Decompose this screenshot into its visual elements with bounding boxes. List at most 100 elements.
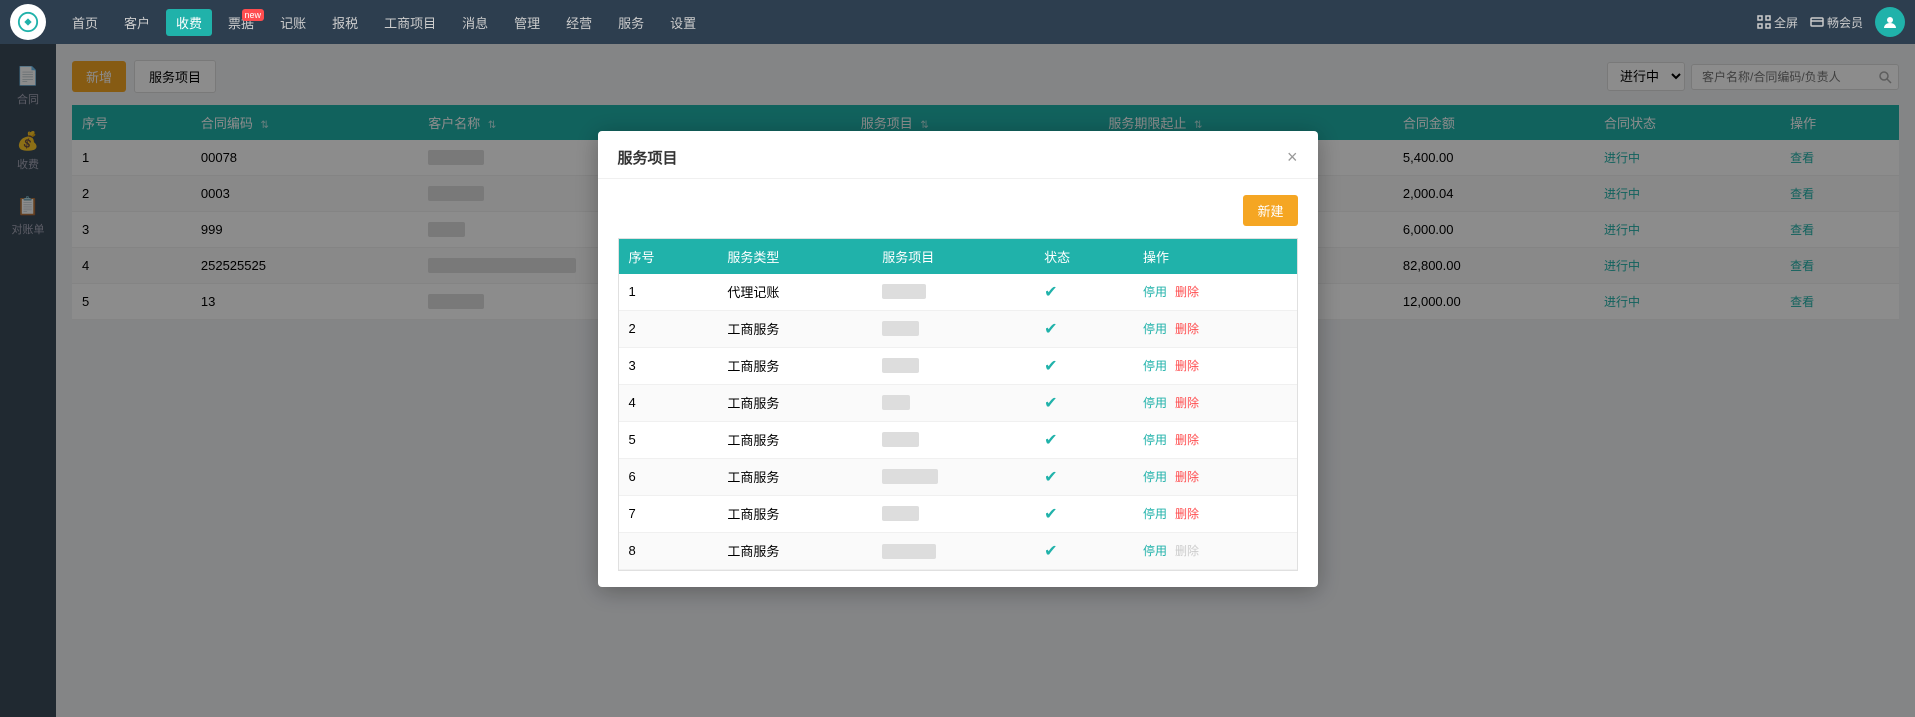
modal-toolbar: 新建 (618, 195, 1298, 226)
modal-cell-status-6: ✔ (1034, 495, 1133, 532)
status-check-icon-0: ✔ (1044, 284, 1057, 301)
modal-cell-action-7: 停用删除 (1133, 532, 1297, 569)
modal-cell-status-4: ✔ (1034, 421, 1133, 458)
delete-button-6[interactable]: 删除 (1175, 507, 1199, 521)
status-check-icon-3: ✔ (1044, 395, 1057, 412)
modal-col-header-item: 服务项目 (872, 239, 1034, 274)
modal-table-row: 1代理记账████1✔停用删除 (619, 274, 1297, 311)
service-items-modal: 服务项目 × 新建 序号服务类型服务项目状态操作 1代理记账████1✔停用删除… (598, 131, 1318, 587)
modal-cell-seq-4: 5 (619, 421, 718, 458)
stop-button-1[interactable]: 停用 (1143, 322, 1167, 336)
service-item-name-4: ████ (882, 432, 919, 447)
modal-table-row: 2工商服务 ████ ✔ 停用删除 (619, 310, 1297, 347)
modal-title: 服务项目 (618, 147, 678, 168)
app-logo[interactable] (10, 4, 46, 40)
nav-item-fuwu[interactable]: 服务 (608, 9, 654, 36)
modal-col-header-status: 状态 (1034, 239, 1133, 274)
service-item-name-3: ███ (882, 395, 910, 410)
stop-button-5[interactable]: 停用 (1143, 470, 1167, 484)
modal-table-row: 3工商服务████✔停用删除 (619, 347, 1297, 384)
modal-cell-item-1: ████ (872, 310, 1034, 347)
modal-cell-type-5: 工商服务 (717, 458, 872, 495)
modal-cell-seq-1: 2 (619, 310, 718, 347)
modal-cell-action-4: 停用删除 (1133, 421, 1297, 458)
status-check-icon-6: ✔ (1044, 506, 1057, 523)
service-item-name-1: ████ (882, 321, 919, 336)
modal-cell-item-5: ██████ (872, 458, 1034, 495)
status-check-icon-4: ✔ (1044, 432, 1057, 449)
modal-cell-status-5: ✔ (1034, 458, 1133, 495)
modal-cell-type-1: 工商服务 (717, 310, 872, 347)
stop-button-7[interactable]: 停用 (1143, 544, 1167, 558)
modal-table-wrap: 序号服务类型服务项目状态操作 1代理记账████1✔停用删除2工商服务████✔… (618, 238, 1298, 571)
modal-body: 新建 序号服务类型服务项目状态操作 1代理记账████1✔停用删除2工商服务██… (598, 179, 1318, 587)
delete-button-0[interactable]: 删除 (1175, 285, 1199, 299)
modal-cell-seq-6: 7 (619, 495, 718, 532)
nav-item-customer[interactable]: 客户 (114, 9, 160, 36)
modal-table-row: 7工商服务 ████ ✔ 停用删除 (619, 495, 1297, 532)
status-check-icon-1: ✔ (1044, 321, 1057, 338)
modal-table-row: 8工商服务███注册✔停用删除 (619, 532, 1297, 569)
stop-button-4[interactable]: 停用 (1143, 433, 1167, 447)
vip-btn[interactable]: 畅会员 (1810, 14, 1863, 31)
modal-cell-type-0: 代理记账 (717, 274, 872, 311)
modal-col-header-seq: 序号 (619, 239, 718, 274)
modal-cell-seq-3: 4 (619, 384, 718, 421)
nav-badge-piao: new (242, 9, 265, 21)
modal-new-button[interactable]: 新建 (1243, 195, 1297, 226)
modal-cell-action-6: 停用删除 (1133, 495, 1297, 532)
modal-cell-item-6: ████ (872, 495, 1034, 532)
nav-item-home[interactable]: 首页 (62, 9, 108, 36)
nav-item-baoshui[interactable]: 报税 (322, 9, 368, 36)
service-item-name-6: ████ (882, 506, 919, 521)
modal-cell-action-2: 停用删除 (1133, 347, 1297, 384)
delete-button-3[interactable]: 删除 (1175, 396, 1199, 410)
modal-cell-status-7: ✔ (1034, 532, 1133, 569)
nav-item-piao[interactable]: 票据new (218, 9, 264, 36)
modal-cell-status-1: ✔ (1034, 310, 1133, 347)
modal-cell-item-0: ████1 (872, 274, 1034, 311)
nav-item-gongshang[interactable]: 工商项目 (374, 9, 446, 36)
modal-cell-type-4: 工商服务 (717, 421, 872, 458)
nav-items: 首页客户收费票据new记账报税工商项目消息管理经营服务设置 (62, 9, 1757, 36)
stop-button-0[interactable]: 停用 (1143, 285, 1167, 299)
service-item-name-2: ████ (882, 358, 919, 373)
modal-cell-action-0: 停用删除 (1133, 274, 1297, 311)
nav-item-shoufei[interactable]: 收费 (166, 9, 212, 36)
nav-item-shezhi[interactable]: 设置 (660, 9, 706, 36)
stop-button-2[interactable]: 停用 (1143, 359, 1167, 373)
service-items-table: 序号服务类型服务项目状态操作 1代理记账████1✔停用删除2工商服务████✔… (619, 239, 1297, 570)
modal-header: 服务项目 × (598, 131, 1318, 179)
delete-button-4[interactable]: 删除 (1175, 433, 1199, 447)
modal-cell-seq-2: 3 (619, 347, 718, 384)
modal-table-row: 4工商服务 ███ ✔ 停用删除 (619, 384, 1297, 421)
status-check-icon-5: ✔ (1044, 469, 1057, 486)
modal-cell-action-3: 停用删除 (1133, 384, 1297, 421)
modal-cell-type-7: 工商服务 (717, 532, 872, 569)
top-nav: 首页客户收费票据new记账报税工商项目消息管理经营服务设置 全屏 畅会员 (0, 0, 1915, 44)
stop-button-3[interactable]: 停用 (1143, 396, 1167, 410)
modal-cell-type-6: 工商服务 (717, 495, 872, 532)
status-check-icon-7: ✔ (1044, 543, 1057, 560)
nav-item-jingying[interactable]: 经营 (556, 9, 602, 36)
right-icons: 全屏 畅会员 (1757, 7, 1905, 37)
modal-cell-type-3: 工商服务 (717, 384, 872, 421)
delete-button-2[interactable]: 删除 (1175, 359, 1199, 373)
modal-cell-item-3: ███ (872, 384, 1034, 421)
fullscreen-btn[interactable]: 全屏 (1757, 14, 1798, 31)
nav-item-xiaoxi[interactable]: 消息 (452, 9, 498, 36)
service-item-name-0: ████1 (882, 284, 926, 299)
nav-item-jizhang[interactable]: 记账 (270, 9, 316, 36)
modal-close-button[interactable]: × (1287, 147, 1298, 168)
delete-button-5[interactable]: 删除 (1175, 470, 1199, 484)
modal-cell-seq-7: 8 (619, 532, 718, 569)
modal-cell-action-5: 停用删除 (1133, 458, 1297, 495)
modal-cell-status-2: ✔ (1034, 347, 1133, 384)
user-avatar[interactable] (1875, 7, 1905, 37)
delete-button-1[interactable]: 删除 (1175, 322, 1199, 336)
modal-cell-seq-5: 6 (619, 458, 718, 495)
modal-cell-item-2: ████ (872, 347, 1034, 384)
modal-col-header-type: 服务类型 (717, 239, 872, 274)
nav-item-guanli[interactable]: 管理 (504, 9, 550, 36)
stop-button-6[interactable]: 停用 (1143, 507, 1167, 521)
